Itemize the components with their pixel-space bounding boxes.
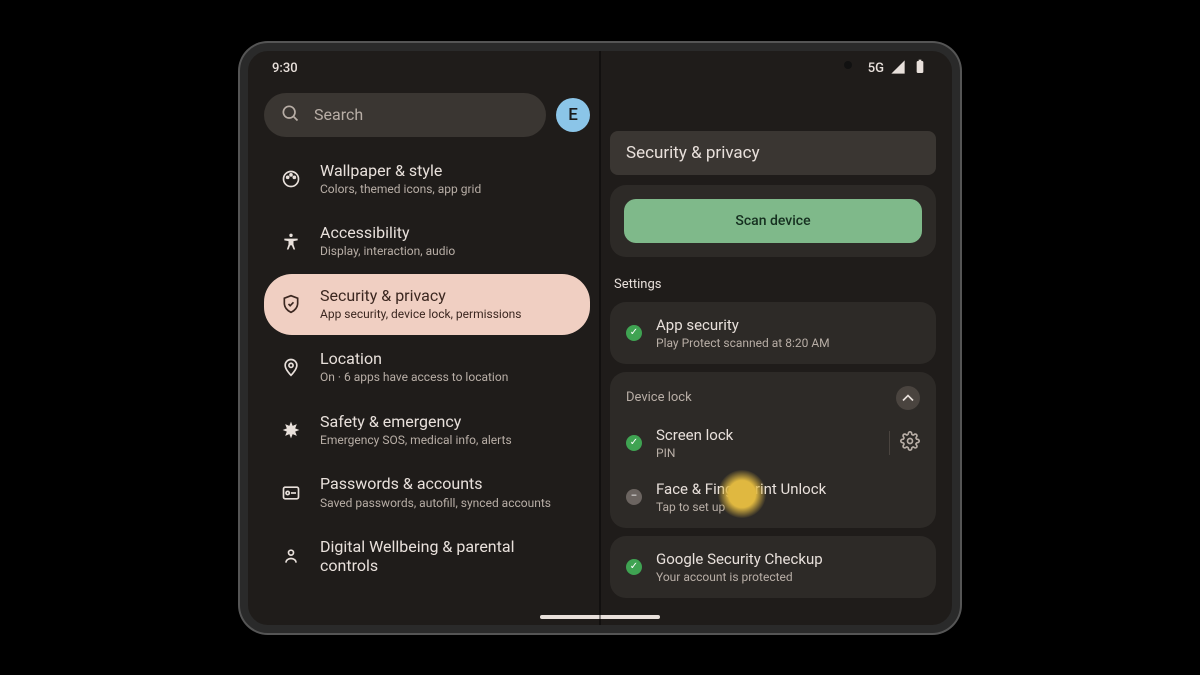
page-title: Security & privacy: [610, 131, 936, 175]
screen-lock-title: Screen lock: [656, 426, 875, 444]
face-fingerprint-sub: Tap to set up: [656, 500, 920, 514]
location-icon: [280, 357, 302, 377]
check-icon: ✓: [626, 325, 642, 341]
menu-item-sub: On · 6 apps have access to location: [320, 370, 508, 386]
status-bar-right: 5G: [610, 51, 936, 87]
menu-item-title: Wallpaper & style: [320, 161, 481, 180]
accessibility-icon: [280, 232, 302, 252]
wellbeing-icon: [280, 546, 302, 566]
sidebar-item-security-privacy[interactable]: Security & privacy App security, device l…: [264, 274, 590, 335]
front-camera: [844, 61, 852, 69]
menu-item-sub: Saved passwords, autofill, synced accoun…: [320, 496, 551, 512]
checkup-sub: Your account is protected: [656, 570, 920, 584]
screen-lock-row[interactable]: ✓ Screen lock PIN: [610, 416, 936, 470]
app-security-title: App security: [656, 316, 920, 334]
screen-lock-sub: PIN: [656, 446, 875, 460]
menu-item-sub: Emergency SOS, medical info, alerts: [320, 433, 512, 449]
status-bar-left: 9:30: [264, 51, 590, 87]
emergency-icon: [280, 420, 302, 440]
scan-card: Scan device: [610, 185, 936, 257]
scan-device-button[interactable]: Scan device: [624, 199, 922, 243]
battery-icon: [912, 59, 928, 79]
status-time: 9:30: [272, 61, 582, 76]
menu-item-title: Location: [320, 349, 508, 368]
network-label: 5G: [868, 61, 884, 76]
sidebar-item-accessibility[interactable]: Accessibility Display, interaction, audio: [264, 211, 590, 272]
sidebar-item-digital-wellbeing[interactable]: Digital Wellbeing & parental controls: [264, 525, 590, 587]
face-fingerprint-row[interactable]: – Face & Fingerprint Unlock Tap to set u…: [610, 470, 936, 524]
search-icon: [280, 103, 300, 127]
check-icon: ✓: [626, 435, 642, 451]
menu-item-sub: Display, interaction, audio: [320, 244, 455, 260]
checkup-title: Google Security Checkup: [656, 550, 920, 568]
palette-icon: [280, 169, 302, 189]
settings-menu: Wallpaper & style Colors, themed icons, a…: [264, 149, 590, 588]
search-input[interactable]: Search: [264, 93, 546, 137]
menu-item-title: Safety & emergency: [320, 412, 512, 431]
app-security-card[interactable]: ✓ App security Play Protect scanned at 8…: [610, 302, 936, 364]
signal-icon: [890, 59, 906, 79]
collapse-button[interactable]: [896, 386, 920, 410]
detail-pane: 5G Security & privacy Scan device Settin…: [600, 51, 952, 625]
minus-icon: –: [626, 489, 642, 505]
sidebar-item-safety-emergency[interactable]: Safety & emergency Emergency SOS, medical…: [264, 400, 590, 461]
security-checkup-card[interactable]: ✓ Google Security Checkup Your account i…: [610, 536, 936, 598]
gear-icon[interactable]: [900, 431, 920, 455]
sidebar-item-passwords-accounts[interactable]: Passwords & accounts Saved passwords, aut…: [264, 462, 590, 523]
shield-icon: [280, 294, 302, 314]
sidebar-item-wallpaper-style[interactable]: Wallpaper & style Colors, themed icons, a…: [264, 149, 590, 210]
nav-handle[interactable]: [540, 615, 660, 619]
menu-item-sub: App security, device lock, permissions: [320, 307, 521, 323]
device-lock-card: Device lock ✓ Screen lock PIN: [610, 372, 936, 528]
device-lock-label: Device lock: [626, 390, 692, 405]
sidebar-item-location[interactable]: Location On · 6 apps have access to locat…: [264, 337, 590, 398]
key-icon: [280, 483, 302, 503]
settings-list-pane: 9:30 Search E Wallpaper & style Colors, t…: [248, 51, 600, 625]
divider: [889, 431, 890, 455]
face-fingerprint-title: Face & Fingerprint Unlock: [656, 480, 920, 498]
app-security-sub: Play Protect scanned at 8:20 AM: [656, 336, 920, 350]
search-placeholder: Search: [314, 105, 363, 124]
menu-item-title: Accessibility: [320, 223, 455, 242]
device-frame: 9:30 Search E Wallpaper & style Colors, t…: [240, 43, 960, 633]
settings-section-label: Settings: [614, 277, 932, 292]
menu-item-title: Digital Wellbeing & parental controls: [320, 537, 574, 575]
check-icon: ✓: [626, 559, 642, 575]
menu-item-title: Security & privacy: [320, 286, 521, 305]
profile-avatar[interactable]: E: [556, 98, 590, 132]
menu-item-sub: Colors, themed icons, app grid: [320, 182, 481, 198]
menu-item-title: Passwords & accounts: [320, 474, 551, 493]
